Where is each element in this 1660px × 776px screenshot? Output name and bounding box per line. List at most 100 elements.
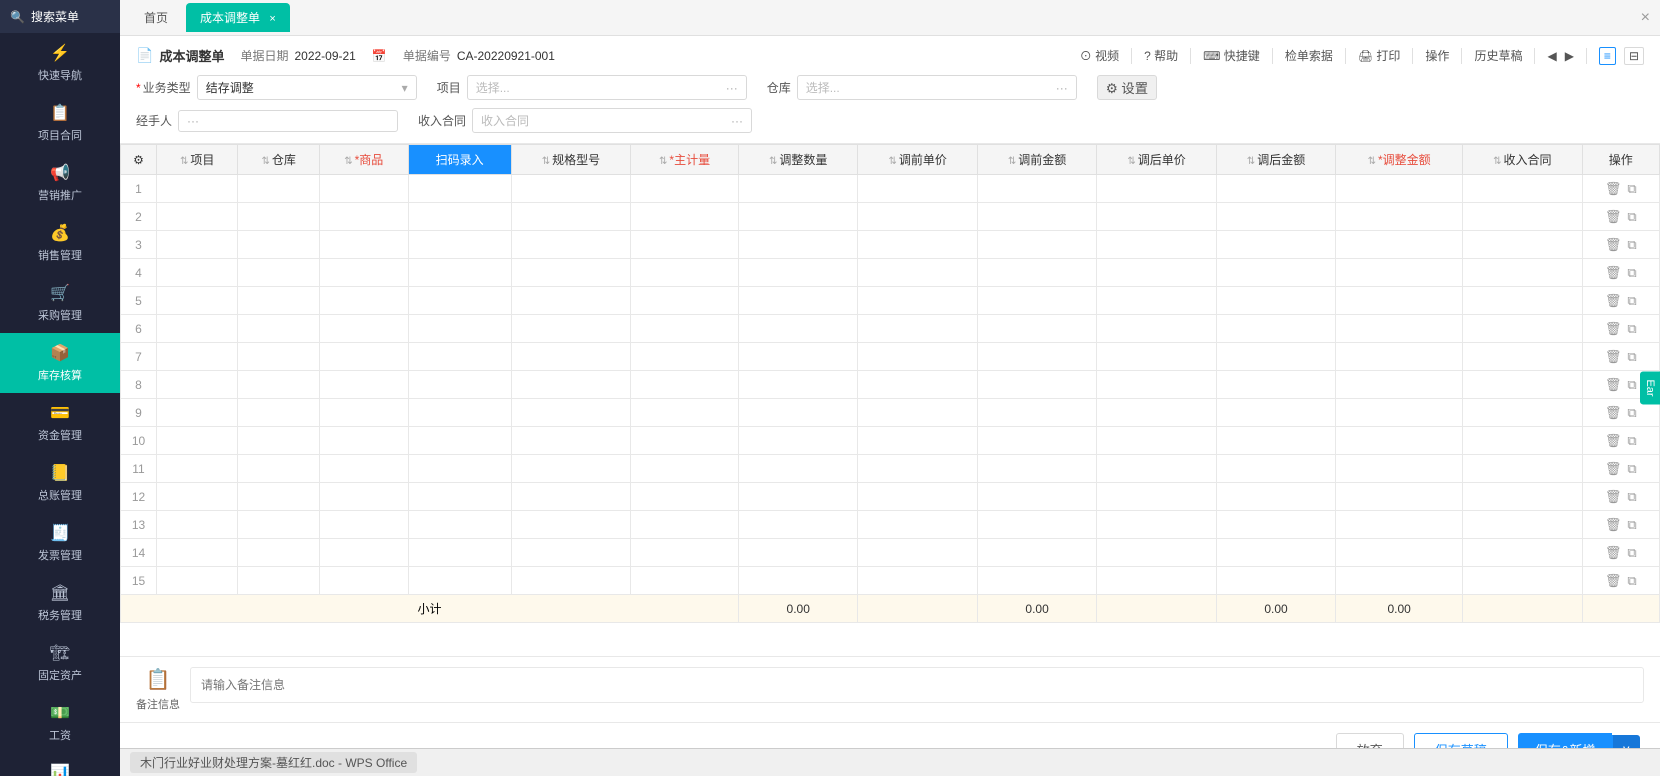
table-row[interactable]: 2 🗑⧉ (121, 203, 1660, 231)
cell-income-contract[interactable] (1463, 315, 1582, 343)
cell-spec[interactable] (511, 259, 630, 287)
delete-icon[interactable]: 🗑 (1605, 545, 1622, 561)
cell-spec[interactable] (511, 231, 630, 259)
cell-ops[interactable]: 🗑⧉ (1582, 231, 1659, 259)
cell-after-price[interactable] (1097, 371, 1216, 399)
cell-warehouse[interactable] (238, 427, 319, 455)
cell-ops[interactable]: 🗑⧉ (1582, 539, 1659, 567)
cell-qty[interactable] (738, 483, 857, 511)
cell-goods[interactable] (319, 259, 408, 287)
cell-before-price[interactable] (858, 203, 977, 231)
cell-before-amount[interactable] (977, 175, 1096, 203)
delete-icon[interactable]: 🗑 (1605, 461, 1622, 477)
cell-project[interactable] (157, 371, 238, 399)
cell-qty[interactable] (738, 287, 857, 315)
cell-unit[interactable] (631, 399, 739, 427)
cell-adjust-amount[interactable] (1336, 231, 1463, 259)
cell-income-contract[interactable] (1463, 259, 1582, 287)
cell-scan[interactable] (408, 231, 511, 259)
cell-project[interactable] (157, 343, 238, 371)
copy-icon[interactable]: ⧉ (1627, 461, 1636, 477)
cell-spec[interactable] (511, 399, 630, 427)
note-input[interactable] (190, 667, 1644, 703)
cell-before-price[interactable] (858, 175, 977, 203)
cell-scan[interactable] (408, 203, 511, 231)
cell-ops[interactable]: 🗑⧉ (1582, 203, 1659, 231)
cell-ops[interactable]: 🗑⧉ (1582, 287, 1659, 315)
cell-before-amount[interactable] (977, 455, 1096, 483)
cell-after-price[interactable] (1097, 175, 1216, 203)
table-row[interactable]: 10 🗑⧉ (121, 427, 1660, 455)
cell-project[interactable] (157, 231, 238, 259)
cell-after-price[interactable] (1097, 511, 1216, 539)
cell-after-amount[interactable] (1216, 511, 1335, 539)
cell-goods[interactable] (319, 371, 408, 399)
copy-icon[interactable]: ⧉ (1627, 517, 1636, 533)
action-check[interactable]: 检单索据 (1285, 47, 1333, 64)
cell-before-amount[interactable] (977, 287, 1096, 315)
handler-input[interactable]: ··· (178, 110, 398, 132)
cell-after-price[interactable] (1097, 343, 1216, 371)
cell-project[interactable] (157, 203, 238, 231)
cell-after-amount[interactable] (1216, 287, 1335, 315)
cell-warehouse[interactable] (238, 371, 319, 399)
cell-before-price[interactable] (858, 231, 977, 259)
cell-goods[interactable] (319, 427, 408, 455)
cell-income-contract[interactable] (1463, 483, 1582, 511)
copy-icon[interactable]: ⧉ (1627, 349, 1636, 365)
cell-ops[interactable]: 🗑⧉ (1582, 455, 1659, 483)
cell-project[interactable] (157, 539, 238, 567)
cell-adjust-amount[interactable] (1336, 539, 1463, 567)
income-contract-input[interactable]: 收入合同 ··· (472, 108, 752, 133)
project-dots[interactable]: ··· (726, 81, 738, 95)
cell-spec[interactable] (511, 567, 630, 595)
cell-ops[interactable]: 🗑⧉ (1582, 343, 1659, 371)
cell-after-amount[interactable] (1216, 315, 1335, 343)
copy-icon[interactable]: ⧉ (1627, 237, 1636, 253)
cell-adjust-amount[interactable] (1336, 287, 1463, 315)
cell-scan[interactable] (408, 315, 511, 343)
cell-project[interactable] (157, 399, 238, 427)
cell-before-amount[interactable] (977, 539, 1096, 567)
cell-scan[interactable] (408, 511, 511, 539)
cell-after-price[interactable] (1097, 567, 1216, 595)
cell-before-price[interactable] (858, 399, 977, 427)
sidebar-item-assets[interactable]: 🏗 固定资产 (0, 633, 120, 693)
cell-income-contract[interactable] (1463, 567, 1582, 595)
cell-qty[interactable] (738, 399, 857, 427)
cell-warehouse[interactable] (238, 231, 319, 259)
cell-goods[interactable] (319, 567, 408, 595)
cell-ops[interactable]: 🗑⧉ (1582, 511, 1659, 539)
table-row[interactable]: 1 🗑⧉ (121, 175, 1660, 203)
cell-before-price[interactable] (858, 483, 977, 511)
table-row[interactable]: 15 🗑⧉ (121, 567, 1660, 595)
cell-warehouse[interactable] (238, 175, 319, 203)
cell-project[interactable] (157, 455, 238, 483)
cell-warehouse[interactable] (238, 315, 319, 343)
tab-cost-adjustment[interactable]: 成本调整单 × (186, 3, 290, 32)
cell-after-amount[interactable] (1216, 455, 1335, 483)
warehouse-dots[interactable]: ··· (1056, 81, 1068, 95)
cell-after-amount[interactable] (1216, 231, 1335, 259)
cell-adjust-amount[interactable] (1336, 455, 1463, 483)
cell-spec[interactable] (511, 343, 630, 371)
cell-income-contract[interactable] (1463, 455, 1582, 483)
cell-warehouse[interactable] (238, 511, 319, 539)
delete-icon[interactable]: 🗑 (1605, 377, 1622, 393)
cell-goods[interactable] (319, 483, 408, 511)
cell-before-amount[interactable] (977, 399, 1096, 427)
cell-after-price[interactable] (1097, 483, 1216, 511)
cell-goods[interactable] (319, 231, 408, 259)
delete-icon[interactable]: 🗑 (1605, 265, 1622, 281)
delete-icon[interactable]: 🗑 (1605, 181, 1622, 197)
cell-warehouse[interactable] (238, 567, 319, 595)
cell-adjust-amount[interactable] (1336, 259, 1463, 287)
cell-unit[interactable] (631, 511, 739, 539)
cell-after-price[interactable] (1097, 399, 1216, 427)
window-close-icon[interactable]: × (1641, 9, 1650, 27)
cell-qty[interactable] (738, 427, 857, 455)
sidebar-item-purchase[interactable]: 🛒 采购管理 (0, 273, 120, 333)
cell-goods[interactable] (319, 455, 408, 483)
delete-icon[interactable]: 🗑 (1605, 517, 1622, 533)
cell-adjust-amount[interactable] (1336, 343, 1463, 371)
